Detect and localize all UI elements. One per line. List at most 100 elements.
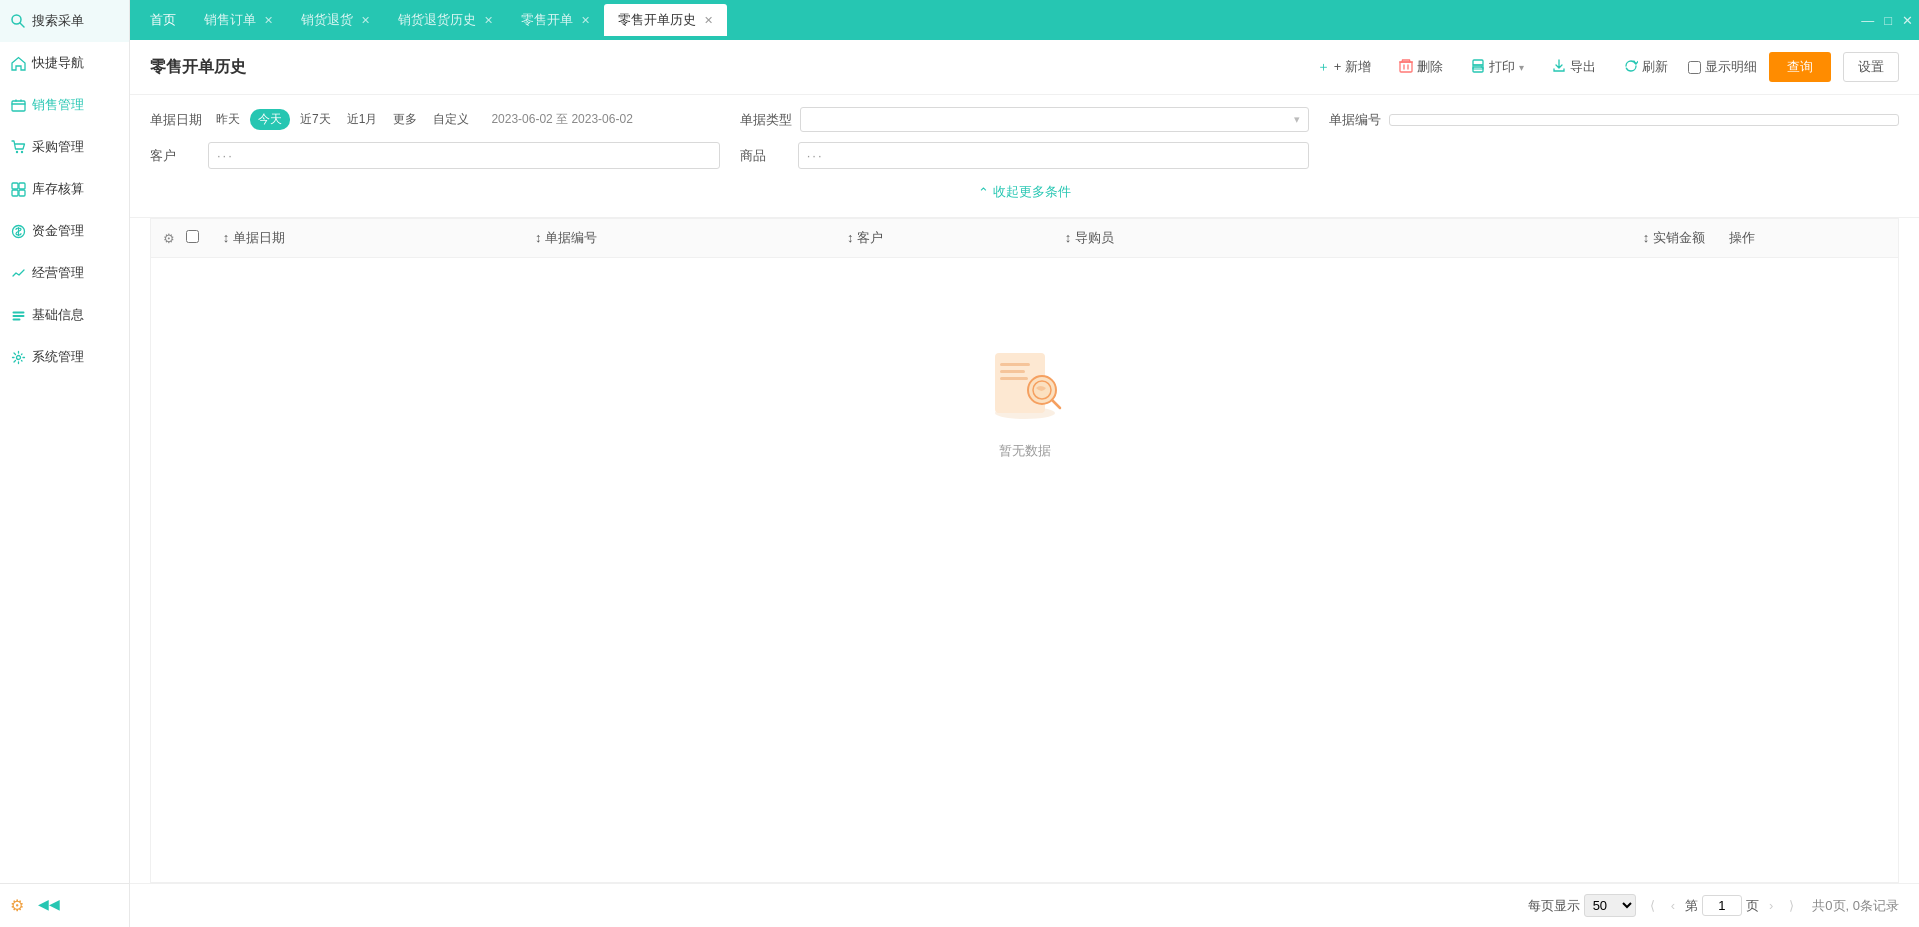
tab-close-icon[interactable]: ✕ bbox=[361, 14, 370, 27]
svg-point-13 bbox=[16, 355, 20, 359]
date-7days-btn[interactable]: 近7天 bbox=[294, 109, 337, 130]
per-page-selector: 每页显示 50 100 200 bbox=[1528, 894, 1636, 917]
page-input[interactable] bbox=[1702, 895, 1742, 916]
info-icon bbox=[10, 307, 26, 323]
sidebar-item-operations[interactable]: 经营管理 bbox=[0, 252, 129, 294]
date-range-display: 2023-06-02 至 2023-06-02 bbox=[491, 111, 632, 128]
first-page-btn[interactable]: ⟨ bbox=[1644, 896, 1661, 915]
refresh-icon bbox=[1624, 59, 1638, 76]
customer-input[interactable]: ··· bbox=[208, 142, 720, 169]
next-page-btn[interactable]: › bbox=[1763, 896, 1779, 915]
main-area: 首页 销售订单 ✕ 销货退货 ✕ 销货退货历史 ✕ 零售开单 ✕ 零售开单历史 … bbox=[130, 0, 1919, 927]
header-date-label: ↕ 单据日期 bbox=[223, 230, 285, 245]
date-yesterday-btn[interactable]: 昨天 bbox=[210, 109, 246, 130]
date-custom-btn[interactable]: 自定义 bbox=[427, 109, 475, 130]
settings-bottom-icon[interactable]: ⚙ bbox=[10, 896, 24, 915]
collapse-button[interactable]: ⌃ 收起更多条件 bbox=[150, 179, 1899, 205]
customer-label: 客户 bbox=[150, 147, 200, 165]
date-quick-group: 昨天 今天 近7天 近1月 更多 自定义 bbox=[210, 109, 475, 130]
window-maximize-btn[interactable]: □ bbox=[1884, 13, 1892, 28]
display-detail-toggle[interactable]: 显示明细 bbox=[1688, 58, 1757, 76]
sidebar-item-label: 快捷导航 bbox=[32, 54, 84, 72]
inventory-icon bbox=[10, 181, 26, 197]
select-all-checkbox[interactable] bbox=[186, 230, 199, 243]
filter-row-1: 单据日期 昨天 今天 近7天 近1月 更多 自定义 2023-06-02 至 2… bbox=[150, 107, 1899, 132]
date-more-btn[interactable]: 更多 bbox=[387, 109, 423, 130]
print-label: 打印 bbox=[1489, 58, 1515, 76]
docno-input[interactable] bbox=[1389, 114, 1899, 126]
display-detail-checkbox[interactable] bbox=[1688, 61, 1701, 74]
refresh-button[interactable]: 刷新 bbox=[1616, 54, 1676, 80]
per-page-select[interactable]: 50 100 200 bbox=[1584, 894, 1636, 917]
page-suffix: 页 bbox=[1746, 897, 1759, 915]
tab-bar: 首页 销售订单 ✕ 销货退货 ✕ 销货退货历史 ✕ 零售开单 ✕ 零售开单历史 … bbox=[130, 0, 1919, 40]
print-dropdown-icon[interactable]: ▾ bbox=[1519, 62, 1524, 73]
export-button[interactable]: 导出 bbox=[1544, 54, 1604, 80]
home-icon bbox=[10, 55, 26, 71]
prev-page-btn[interactable]: ‹ bbox=[1665, 896, 1681, 915]
tab-label: 销货退货 bbox=[301, 11, 353, 29]
svg-rect-10 bbox=[12, 311, 24, 313]
date-label: 单据日期 bbox=[150, 111, 202, 129]
tab-home[interactable]: 首页 bbox=[136, 4, 190, 36]
print-button[interactable]: 打印 ▾ bbox=[1463, 54, 1532, 80]
doctype-label: 单据类型 bbox=[740, 111, 792, 129]
tab-label: 销货退货历史 bbox=[398, 11, 476, 29]
sidebar-item-basic-info[interactable]: 基础信息 bbox=[0, 294, 129, 336]
tab-sales-return[interactable]: 销货退货 ✕ bbox=[287, 4, 384, 36]
date-1month-btn[interactable]: 近1月 bbox=[341, 109, 384, 130]
sidebar-item-sales[interactable]: 销售管理 bbox=[0, 84, 129, 126]
sidebar-item-system[interactable]: 系统管理 bbox=[0, 336, 129, 378]
tab-sales-order[interactable]: 销售订单 ✕ bbox=[190, 4, 287, 36]
last-page-btn[interactable]: ⟩ bbox=[1783, 896, 1800, 915]
header-docno-label: ↕ 单据编号 bbox=[535, 230, 597, 245]
sidebar-item-label: 库存核算 bbox=[32, 180, 84, 198]
add-label: + 新增 bbox=[1334, 58, 1371, 76]
sidebar-search-label: 搜索采单 bbox=[32, 12, 84, 30]
sidebar-item-inventory[interactable]: 库存核算 bbox=[0, 168, 129, 210]
query-button[interactable]: 查询 bbox=[1769, 52, 1831, 82]
page-header: 零售开单历史 ＋ + 新增 删除 打印 ▾ bbox=[130, 40, 1919, 95]
header-salesperson: ↕ 导购员 bbox=[1053, 219, 1318, 258]
window-minimize-btn[interactable]: — bbox=[1861, 13, 1874, 28]
print-icon bbox=[1471, 59, 1485, 76]
sidebar-item-purchase[interactable]: 采购管理 bbox=[0, 126, 129, 168]
doctype-select[interactable]: ▾ bbox=[800, 107, 1310, 132]
tab-close-icon[interactable]: ✕ bbox=[264, 14, 273, 27]
display-detail-label: 显示明细 bbox=[1705, 58, 1757, 76]
tab-close-icon[interactable]: ✕ bbox=[484, 14, 493, 27]
sidebar-bottom: ⚙ ◀◀ bbox=[0, 883, 129, 927]
header-amount: ↕ 实销金额 bbox=[1405, 219, 1717, 258]
tab-label: 零售开单 bbox=[521, 11, 573, 29]
sales-icon bbox=[10, 97, 26, 113]
svg-line-1 bbox=[20, 23, 24, 27]
tab-sales-return-history[interactable]: 销货退货历史 ✕ bbox=[384, 4, 507, 36]
gear-button[interactable]: ⚙ bbox=[163, 231, 175, 246]
sidebar-search[interactable]: 搜索采单 bbox=[0, 0, 129, 42]
tab-close-icon[interactable]: ✕ bbox=[581, 14, 590, 27]
sidebar-item-finance[interactable]: 资金管理 bbox=[0, 210, 129, 252]
header-ops: 操作 bbox=[1717, 219, 1898, 258]
sidebar-item-label: 销售管理 bbox=[32, 96, 84, 114]
window-close-btn[interactable]: ✕ bbox=[1902, 13, 1913, 28]
filter-date-item: 单据日期 昨天 今天 近7天 近1月 更多 自定义 2023-06-02 至 2… bbox=[150, 109, 720, 130]
tab-retail-open-history[interactable]: 零售开单历史 ✕ bbox=[604, 4, 727, 36]
sidebar-item-quick-nav[interactable]: 快捷导航 bbox=[0, 42, 129, 84]
delete-button[interactable]: 删除 bbox=[1391, 54, 1451, 80]
date-today-btn[interactable]: 今天 bbox=[250, 109, 290, 130]
setting-button[interactable]: 设置 bbox=[1843, 52, 1899, 82]
svg-rect-7 bbox=[12, 190, 18, 196]
svg-rect-12 bbox=[12, 318, 20, 320]
delete-label: 删除 bbox=[1417, 58, 1443, 76]
filter-row-2: 客户 ··· 商品 ··· bbox=[150, 142, 1899, 169]
tab-retail-open[interactable]: 零售开单 ✕ bbox=[507, 4, 604, 36]
finance-icon bbox=[10, 223, 26, 239]
content-area: 零售开单历史 ＋ + 新增 删除 打印 ▾ bbox=[130, 40, 1919, 927]
tab-close-icon[interactable]: ✕ bbox=[704, 14, 713, 27]
svg-rect-2 bbox=[12, 101, 25, 111]
total-text: 共0页, 0条记录 bbox=[1812, 897, 1899, 915]
tab-bar-right: — □ ✕ bbox=[1861, 13, 1913, 28]
collapse-icon[interactable]: ◀◀ bbox=[38, 896, 60, 915]
add-button[interactable]: ＋ + 新增 bbox=[1309, 54, 1379, 80]
goods-input[interactable]: ··· bbox=[798, 142, 1310, 169]
